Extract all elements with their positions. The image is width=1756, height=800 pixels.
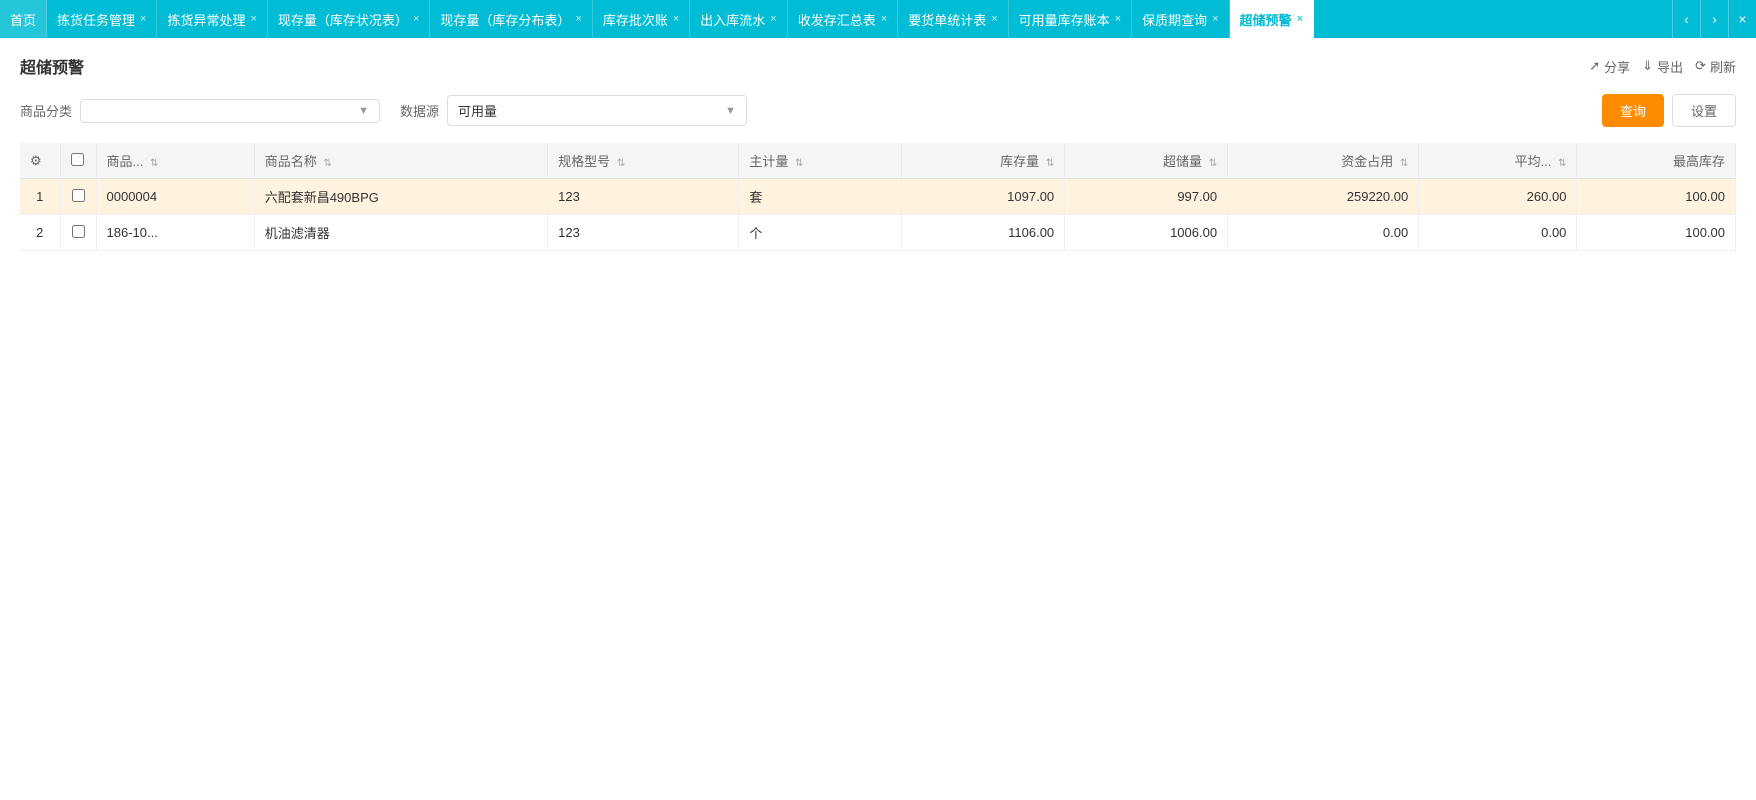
nav-item-8[interactable]: 要货单统计表 × [898,0,1008,38]
category-filter-group: 商品分类 ▼ [20,99,380,123]
cell-overstock: 1006.00 [1065,215,1228,251]
table-row: 1 0000004 六配套新昌490BPG 123 套 1097.00 997.… [20,179,1736,215]
nav-item-6[interactable]: 出入库流水 × [690,0,787,38]
filter-row: 商品分类 ▼ 数据源 可用量 ▼ 查询 设置 [20,94,1736,127]
col-spec[interactable]: 规格型号 ⇅ [548,143,739,179]
row-number: 2 [20,215,60,251]
cell-capital: 259220.00 [1228,179,1419,215]
close-icon[interactable]: × [413,13,419,25]
nav-item-4[interactable]: 现存量（库存分布表） × [430,0,592,38]
page-header: 超储预警 ➚ 分享 ⇓ 导出 ⟳ 刷新 [20,54,1736,78]
col-overstock[interactable]: 超储量 ⇅ [1065,143,1228,179]
sort-icon: ⇅ [1558,158,1566,169]
row-checkbox[interactable] [72,189,85,202]
datasource-filter-group: 数据源 可用量 ▼ [400,95,747,126]
nav-prev-button[interactable]: ‹ [1672,0,1700,38]
nav-close-button[interactable]: × [1728,0,1756,38]
cell-max-stock: 100.00 [1577,179,1736,215]
col-capital[interactable]: 资金占用 ⇅ [1228,143,1419,179]
close-icon[interactable]: × [1297,13,1303,25]
cell-product-code: 0000004 [96,179,254,215]
sort-icon: ⇅ [1209,158,1217,169]
nav-bar: 首页 拣货任务管理 × 拣货异常处理 × 现存量（库存状况表） × 现存量（库存… [0,0,1756,38]
cell-stock: 1097.00 [902,179,1065,215]
nav-arrows: ‹ › × [1672,0,1756,38]
col-stock[interactable]: 库存量 ⇅ [902,143,1065,179]
close-icon[interactable]: × [991,13,997,25]
cell-max-stock: 100.00 [1577,215,1736,251]
sort-icon: ⇅ [1046,158,1054,169]
sort-icon: ⇅ [323,158,331,169]
sort-icon: ⇅ [795,158,803,169]
col-unit[interactable]: 主计量 ⇅ [739,143,902,179]
cell-unit: 个 [739,215,902,251]
close-icon[interactable]: × [1212,13,1218,25]
datasource-label: 数据源 [400,101,439,120]
close-icon[interactable]: × [1115,13,1121,25]
col-product-code[interactable]: 商品... ⇅ [96,143,254,179]
refresh-button[interactable]: ⟳ 刷新 [1695,57,1736,76]
export-button[interactable]: ⇓ 导出 [1642,57,1683,76]
nav-next-button[interactable]: › [1700,0,1728,38]
table-row: 2 186-10... 机油滤清器 123 个 1106.00 1006.00 … [20,215,1736,251]
share-icon: ➚ [1589,58,1600,74]
category-label: 商品分类 [20,101,72,120]
sort-icon: ⇅ [617,158,625,169]
chevron-down-icon: ▼ [358,105,369,117]
row-checkbox[interactable] [72,225,85,238]
header-actions: ➚ 分享 ⇓ 导出 ⟳ 刷新 [1589,57,1736,76]
col-product-name[interactable]: 商品名称 ⇅ [254,143,547,179]
sort-icon: ⇅ [150,158,158,169]
close-icon[interactable]: × [770,13,776,25]
row-number: 1 [20,179,60,215]
close-icon[interactable]: × [673,13,679,25]
close-icon[interactable]: × [881,13,887,25]
nav-item-1[interactable]: 拣货任务管理 × [47,0,157,38]
nav-item-5[interactable]: 库存批次账 × [593,0,690,38]
refresh-icon: ⟳ [1695,58,1706,74]
row-checkbox-cell[interactable] [60,215,96,251]
cell-overstock: 997.00 [1065,179,1228,215]
nav-item-3[interactable]: 现存量（库存状况表） × [268,0,430,38]
datasource-select-value: 可用量 [458,101,497,120]
col-max-stock[interactable]: 最高库存 [1577,143,1736,179]
cell-product-name: 六配套新昌490BPG [254,179,547,215]
cell-avg: 260.00 [1419,179,1577,215]
cell-stock: 1106.00 [902,215,1065,251]
export-icon: ⇓ [1642,58,1653,74]
filter-actions: 查询 设置 [1602,94,1736,127]
nav-item-10[interactable]: 保质期查询 × [1132,0,1229,38]
cell-unit: 套 [739,179,902,215]
sort-icon: ⇅ [1400,158,1408,169]
close-icon[interactable]: × [140,13,146,25]
row-checkbox-cell[interactable] [60,179,96,215]
cell-product-name: 机油滤清器 [254,215,547,251]
data-table: ⚙ 商品... ⇅ 商品名称 ⇅ 规格型号 ⇅ 主计量 [20,143,1736,251]
page-title: 超储预警 [20,54,84,78]
nav-item-home[interactable]: 首页 [0,0,47,38]
cell-capital: 0.00 [1228,215,1419,251]
nav-item-2[interactable]: 拣货异常处理 × [157,0,267,38]
cell-spec: 123 [548,179,739,215]
nav-item-active[interactable]: 超储预警 × [1230,0,1314,38]
cell-spec: 123 [548,215,739,251]
cell-avg: 0.00 [1419,215,1577,251]
page-content: 超储预警 ➚ 分享 ⇓ 导出 ⟳ 刷新 商品分类 ▼ 数据源 [0,38,1756,800]
nav-item-9[interactable]: 可用量库存账本 × [1009,0,1132,38]
table-header-row: ⚙ 商品... ⇅ 商品名称 ⇅ 规格型号 ⇅ 主计量 [20,143,1736,179]
query-button[interactable]: 查询 [1602,94,1664,127]
share-button[interactable]: ➚ 分享 [1589,57,1630,76]
header-checkbox-cell[interactable] [60,143,96,179]
close-icon[interactable]: × [575,13,581,25]
chevron-down-icon: ▼ [725,105,736,117]
cell-product-code: 186-10... [96,215,254,251]
col-avg[interactable]: 平均... ⇅ [1419,143,1577,179]
datasource-select[interactable]: 可用量 ▼ [447,95,747,126]
settings-button[interactable]: 设置 [1672,94,1736,127]
close-icon[interactable]: × [250,13,256,25]
nav-item-7[interactable]: 收发存汇总表 × [788,0,898,38]
category-select[interactable]: ▼ [80,99,380,123]
select-all-checkbox[interactable] [71,153,84,166]
gear-settings-icon[interactable]: ⚙ [20,143,60,179]
